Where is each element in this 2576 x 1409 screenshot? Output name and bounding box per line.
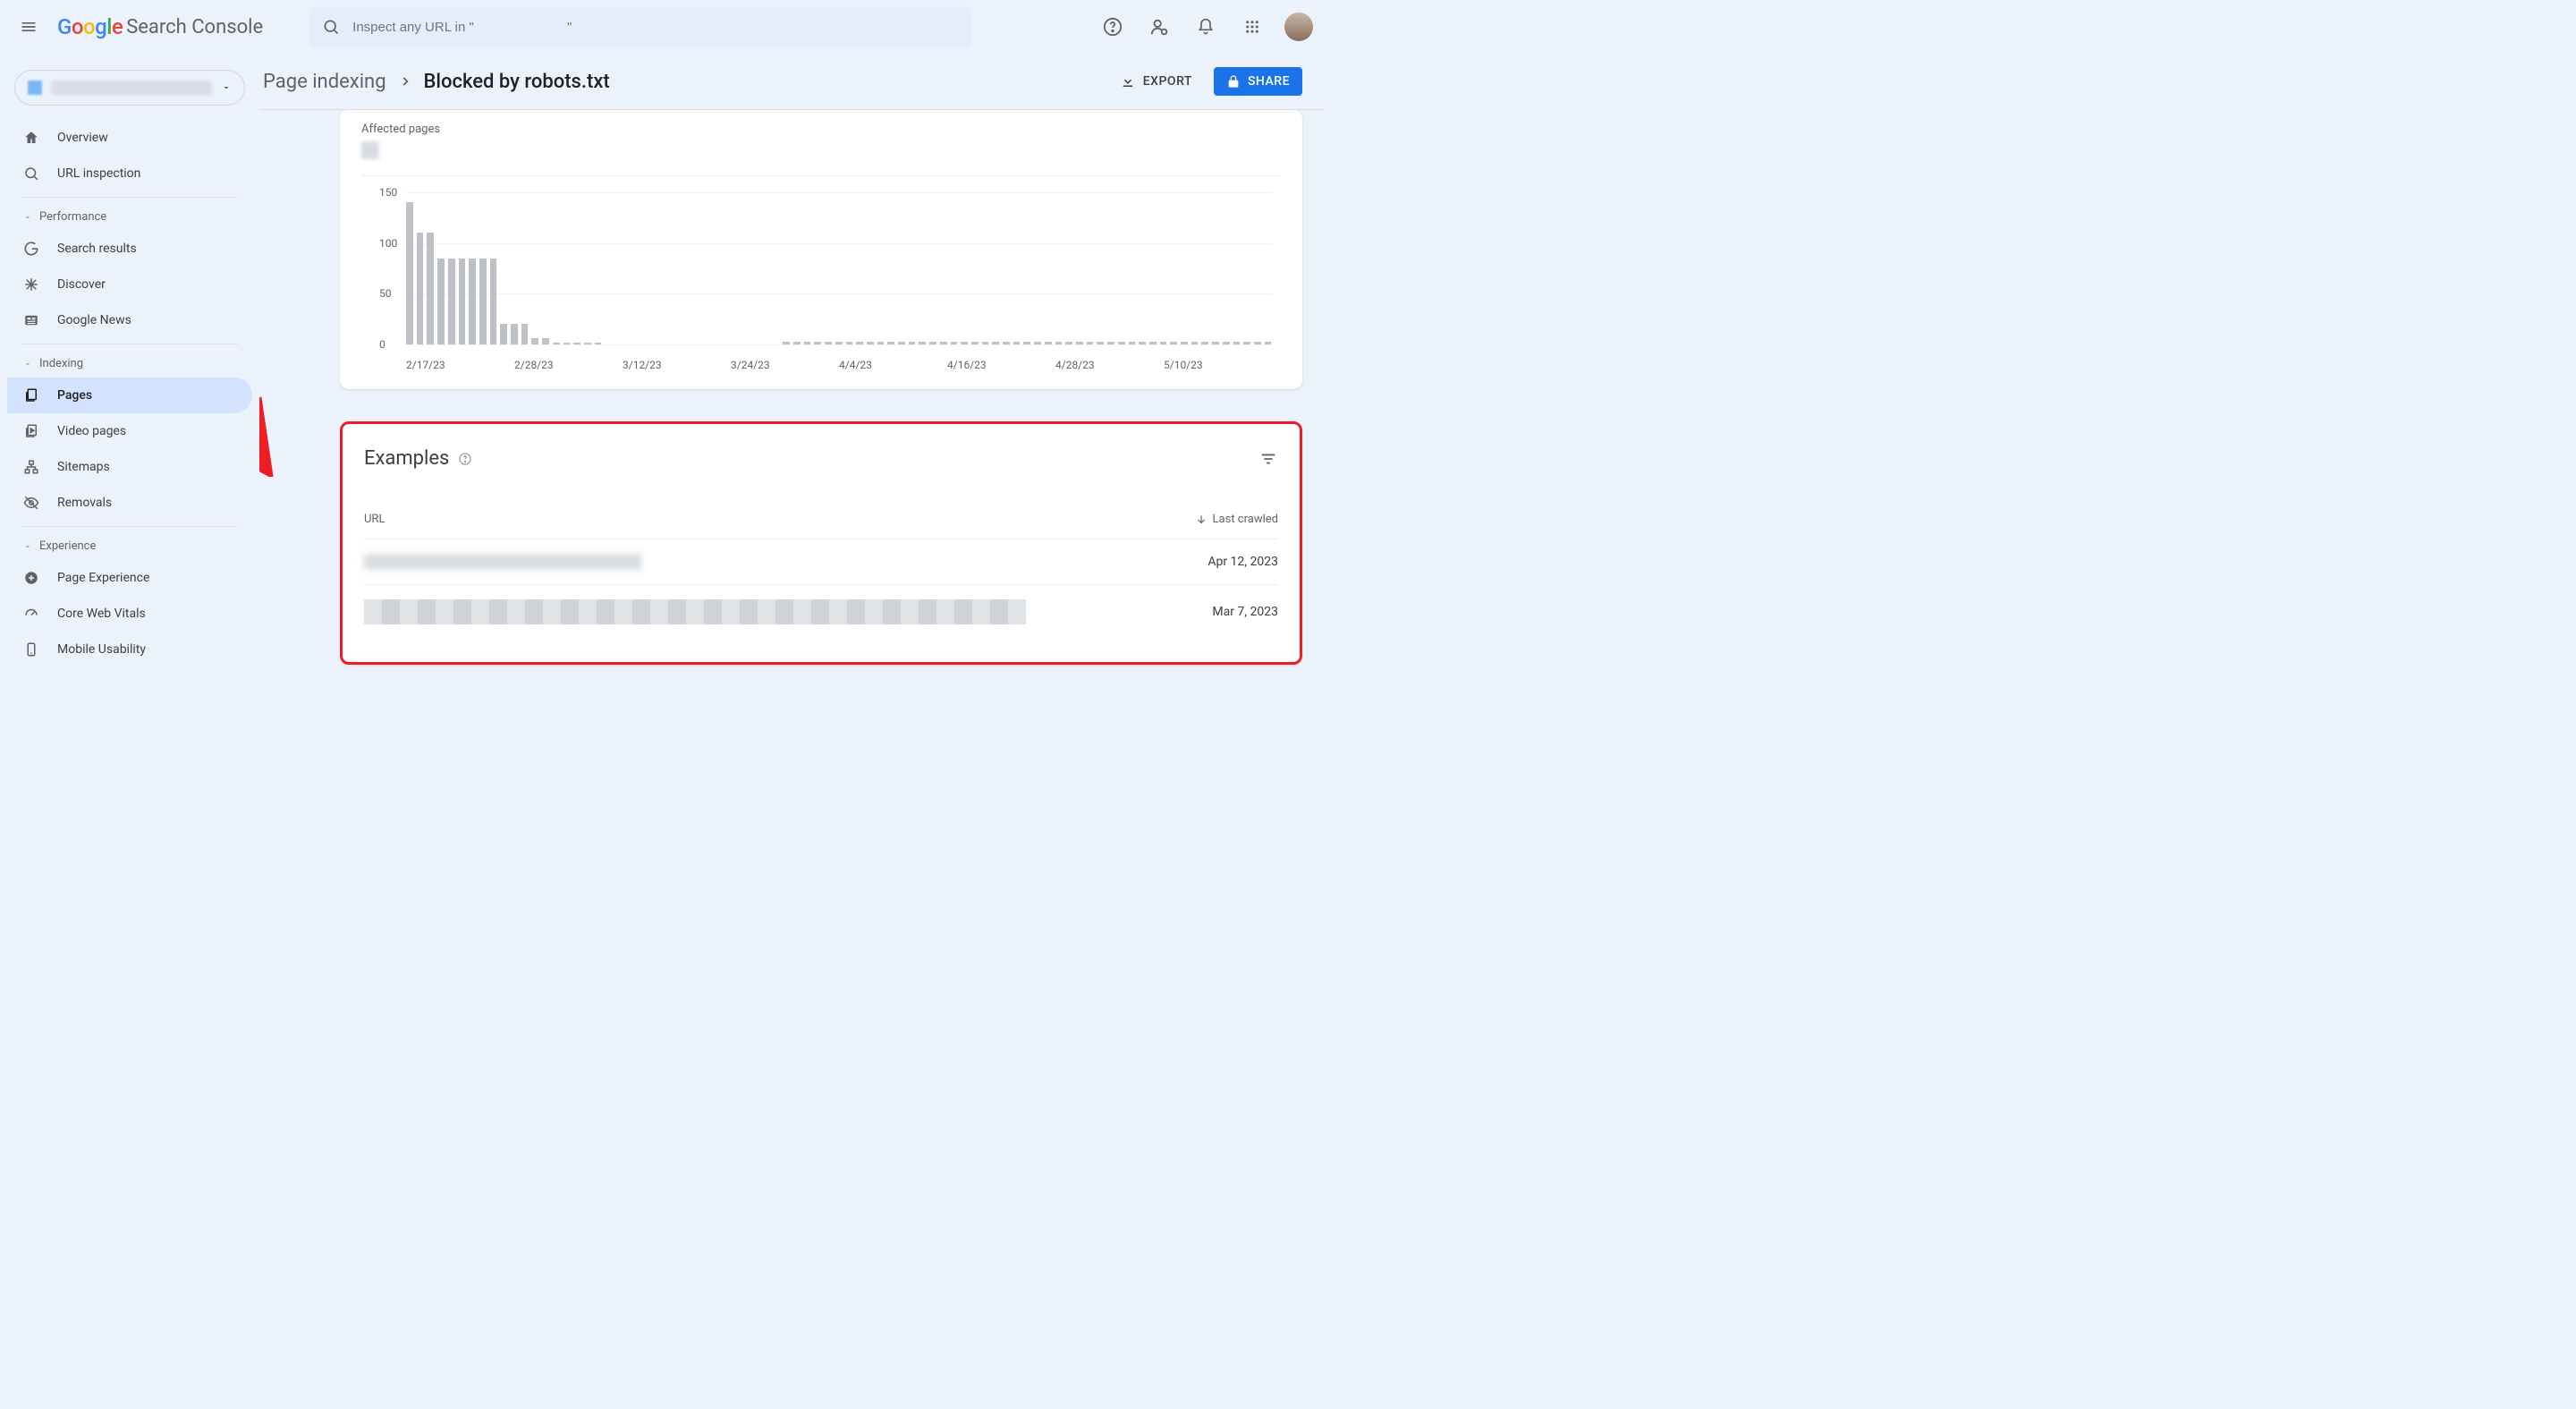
sidebar-item-video-pages[interactable]: Video pages xyxy=(7,413,252,449)
menu-icon xyxy=(20,18,38,36)
news-icon xyxy=(23,312,39,328)
column-header-last-crawled[interactable]: Last crawled xyxy=(1195,513,1278,526)
sidebar-item-mobile-usability[interactable]: Mobile Usability xyxy=(7,632,252,667)
sidebar-item-page-experience[interactable]: Page Experience xyxy=(7,560,252,596)
property-picker[interactable] xyxy=(14,70,245,106)
sidebar-item-search-results[interactable]: Search results xyxy=(7,231,252,267)
google-g-icon xyxy=(23,241,39,257)
affected-pages-label: Affected pages xyxy=(361,123,1281,136)
sidebar-item-label: Google News xyxy=(57,313,131,327)
lock-icon xyxy=(1226,74,1241,89)
url-inspect-search[interactable] xyxy=(309,6,971,47)
url-redacted xyxy=(364,554,641,570)
sidebar-item-core-web-vitals[interactable]: Core Web Vitals xyxy=(7,596,252,632)
help-icon[interactable] xyxy=(458,452,472,466)
sidebar-item-url-inspection[interactable]: URL inspection xyxy=(7,156,252,191)
product-logo[interactable]: Google Search Console xyxy=(57,14,263,39)
visibility-off-icon xyxy=(23,495,39,511)
sidebar-item-sitemaps[interactable]: Sitemaps xyxy=(7,449,252,485)
product-name: Search Console xyxy=(126,16,263,38)
property-favicon xyxy=(28,81,42,95)
app-header: Google Search Console xyxy=(0,0,1324,54)
help-button[interactable] xyxy=(1095,9,1131,45)
sidebar-item-pages[interactable]: Pages xyxy=(7,378,252,413)
share-button[interactable]: SHARE xyxy=(1214,67,1302,96)
bell-icon xyxy=(1197,18,1215,36)
caret-down-icon xyxy=(23,360,32,369)
sidebar-group-indexing[interactable]: Indexing xyxy=(7,350,252,378)
affected-pages-chart: 050100150 2/17/232/28/233/12/233/24/234/… xyxy=(361,175,1281,371)
examples-heading: Examples xyxy=(364,447,449,470)
user-settings-button[interactable] xyxy=(1141,9,1177,45)
last-crawled-value: Apr 12, 2023 xyxy=(1190,555,1278,569)
last-crawled-value: Mar 7, 2023 xyxy=(1194,605,1278,619)
apps-grid-icon xyxy=(1244,19,1260,35)
arrow-down-icon xyxy=(1195,514,1208,526)
annotation-arrow xyxy=(259,361,277,477)
url-inspect-input[interactable] xyxy=(352,20,959,35)
caret-down-icon xyxy=(23,542,32,551)
search-icon xyxy=(322,18,340,36)
sidebar-item-label: Pages xyxy=(57,388,92,403)
apps-button[interactable] xyxy=(1234,9,1270,45)
mobile-icon xyxy=(23,641,39,658)
person-gear-icon xyxy=(1149,17,1169,37)
sidebar-item-label: Search results xyxy=(57,242,137,256)
sidebar-item-label: Mobile Usability xyxy=(57,642,146,657)
sidebar-item-label: Discover xyxy=(57,277,106,292)
sidebar-item-google-news[interactable]: Google News xyxy=(7,302,252,338)
help-icon xyxy=(1103,17,1123,37)
table-row[interactable]: Apr 12, 2023 xyxy=(364,539,1278,584)
caret-down-icon xyxy=(221,82,232,93)
sidebar-item-overview[interactable]: Overview xyxy=(7,120,252,156)
asterisk-icon xyxy=(23,276,39,293)
notifications-button[interactable] xyxy=(1188,9,1224,45)
examples-table: URL Last crawled Apr 12, 2023 xyxy=(364,513,1278,639)
property-name-redacted xyxy=(51,81,212,95)
search-icon xyxy=(23,166,39,182)
hamburger-menu-button[interactable] xyxy=(11,9,47,45)
sidebar-item-removals[interactable]: Removals xyxy=(7,485,252,521)
sidebar-item-label: Video pages xyxy=(57,424,126,438)
page-titlebar: Page indexing Blocked by robots.txt EXPO… xyxy=(259,54,1324,110)
pages-icon xyxy=(23,387,39,403)
filter-icon xyxy=(1258,449,1278,469)
home-icon xyxy=(23,130,39,146)
breadcrumb-parent[interactable]: Page indexing xyxy=(263,71,386,93)
export-button[interactable]: EXPORT xyxy=(1111,66,1201,97)
sitemap-icon xyxy=(23,459,39,475)
sidebar-item-label: Core Web Vitals xyxy=(57,607,146,621)
sidebar-item-discover[interactable]: Discover xyxy=(7,267,252,302)
breadcrumb-current: Blocked by robots.txt xyxy=(424,71,610,93)
sidebar-item-label: Sitemaps xyxy=(57,460,110,474)
sidebar-item-label: URL inspection xyxy=(57,166,140,181)
caret-down-icon xyxy=(23,213,32,222)
url-redacted xyxy=(364,599,1026,624)
sidebar-group-performance[interactable]: Performance xyxy=(7,203,252,231)
speed-icon xyxy=(23,606,39,622)
circle-plus-icon xyxy=(23,570,39,586)
affected-pages-card: Affected pages 050100150 2/17/232/28/233… xyxy=(340,110,1302,389)
table-row[interactable]: Mar 7, 2023 xyxy=(364,584,1278,639)
filter-button[interactable] xyxy=(1258,449,1278,469)
sidebar-item-label: Removals xyxy=(57,496,112,510)
download-icon xyxy=(1120,73,1136,89)
sidebar: Overview URL inspection Performance Sear… xyxy=(0,54,259,716)
examples-card: Examples URL Last crawled xyxy=(340,421,1302,665)
main-content: Page indexing Blocked by robots.txt EXPO… xyxy=(259,54,1324,716)
account-avatar[interactable] xyxy=(1284,13,1313,41)
sidebar-item-label: Page Experience xyxy=(57,571,149,585)
breadcrumb: Page indexing Blocked by robots.txt xyxy=(263,71,610,93)
affected-pages-count-redacted xyxy=(361,141,379,159)
google-logo: Google xyxy=(57,14,123,39)
sidebar-item-label: Overview xyxy=(57,131,108,145)
sidebar-group-experience[interactable]: Experience xyxy=(7,532,252,560)
video-pages-icon xyxy=(23,423,39,439)
chevron-right-icon xyxy=(399,75,411,88)
column-header-url[interactable]: URL xyxy=(364,513,1195,526)
